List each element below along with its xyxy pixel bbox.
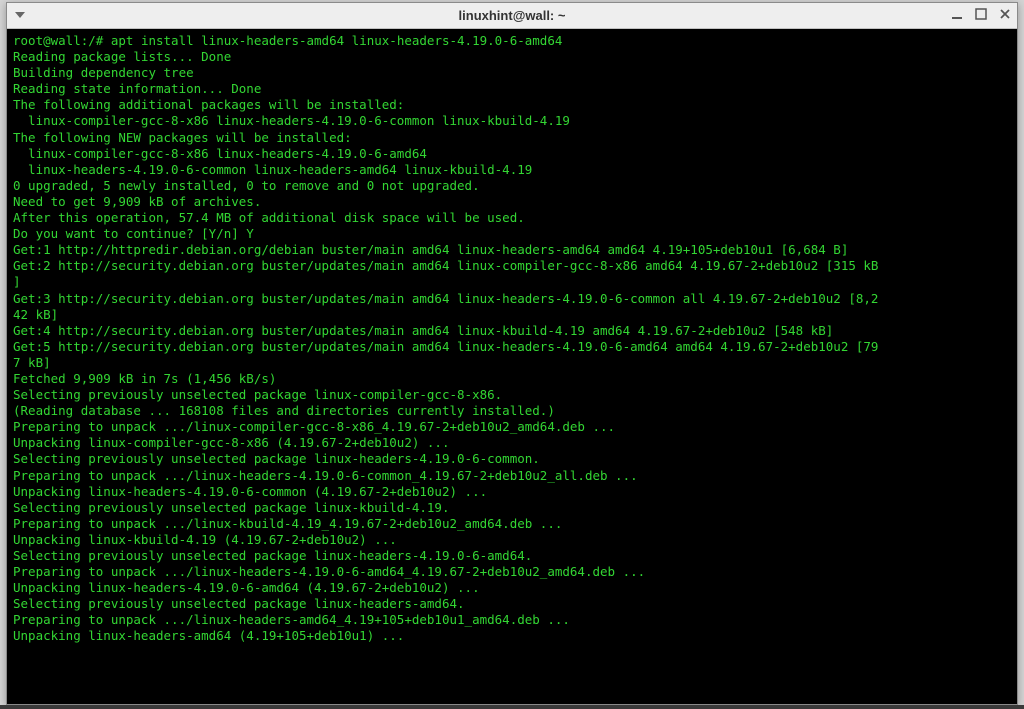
close-icon[interactable] (997, 6, 1013, 22)
terminal-line: linux-compiler-gcc-8-x86 linux-headers-4… (13, 113, 570, 128)
terminal-line: linux-headers-4.19.0-6-common linux-head… (13, 162, 532, 177)
terminal-line: Get:4 http://security.debian.org buster/… (13, 323, 833, 338)
terminal-line: Preparing to unpack .../linux-headers-am… (13, 612, 570, 627)
maximize-icon[interactable] (973, 6, 989, 22)
terminal-output[interactable]: root@wall:/# apt install linux-headers-a… (7, 29, 1017, 704)
terminal-line: Preparing to unpack .../linux-kbuild-4.1… (13, 516, 562, 531)
terminal-line: 7 kB] (13, 355, 51, 370)
terminal-line: Get:3 http://security.debian.org buster/… (13, 291, 878, 306)
terminal-line: Selecting previously unselected package … (13, 451, 540, 466)
terminal-line: (Reading database ... 168108 files and d… (13, 403, 555, 418)
prompt-user: root@wall:/# (13, 33, 111, 48)
terminal-line: Get:1 http://httpredir.debian.org/debian… (13, 242, 848, 257)
terminal-line: Unpacking linux-headers-amd64 (4.19+105+… (13, 628, 404, 643)
terminal-line: Selecting previously unselected package … (13, 548, 532, 563)
terminal-line: Preparing to unpack .../linux-headers-4.… (13, 564, 645, 579)
terminal-line: Get:5 http://security.debian.org buster/… (13, 339, 878, 354)
terminal-line: linux-compiler-gcc-8-x86 linux-headers-4… (13, 146, 427, 161)
terminal-line: Unpacking linux-headers-4.19.0-6-amd64 (… (13, 580, 480, 595)
menu-icon[interactable] (13, 8, 27, 22)
window-controls (949, 6, 1013, 22)
titlebar[interactable]: linuxhint@wall: ~ (7, 3, 1017, 29)
terminal-line: Unpacking linux-kbuild-4.19 (4.19.67-2+d… (13, 532, 397, 547)
terminal-line: Preparing to unpack .../linux-headers-4.… (13, 468, 638, 483)
terminal-line: Do you want to continue? [Y/n] Y (13, 226, 254, 241)
terminal-line: Building dependency tree (13, 65, 194, 80)
desktop-panel (0, 705, 1024, 709)
terminal-line: The following additional packages will b… (13, 97, 404, 112)
terminal-line: Reading package lists... Done (13, 49, 231, 64)
terminal-line: ] (13, 274, 21, 289)
terminal-line: After this operation, 57.4 MB of additio… (13, 210, 525, 225)
prompt-command: apt install linux-headers-amd64 linux-he… (111, 33, 563, 48)
terminal-line: Selecting previously unselected package … (13, 500, 450, 515)
minimize-icon[interactable] (949, 6, 965, 22)
terminal-line: Get:2 http://security.debian.org buster/… (13, 258, 878, 273)
terminal-line: Reading state information... Done (13, 81, 261, 96)
terminal-line: 0 upgraded, 5 newly installed, 0 to remo… (13, 178, 480, 193)
terminal-line: The following NEW packages will be insta… (13, 130, 352, 145)
terminal-window: linuxhint@wall: ~ root@wall:/# apt insta… (6, 2, 1018, 705)
terminal-line: Fetched 9,909 kB in 7s (1,456 kB/s) (13, 371, 276, 386)
window-title: linuxhint@wall: ~ (459, 8, 566, 23)
terminal-line: Unpacking linux-compiler-gcc-8-x86 (4.19… (13, 435, 450, 450)
terminal-line: Unpacking linux-headers-4.19.0-6-common … (13, 484, 487, 499)
terminal-line: Preparing to unpack .../linux-compiler-g… (13, 419, 615, 434)
terminal-line: Selecting previously unselected package … (13, 596, 465, 611)
terminal-line: Need to get 9,909 kB of archives. (13, 194, 261, 209)
terminal-line: Selecting previously unselected package … (13, 387, 502, 402)
terminal-line: 42 kB] (13, 307, 58, 322)
